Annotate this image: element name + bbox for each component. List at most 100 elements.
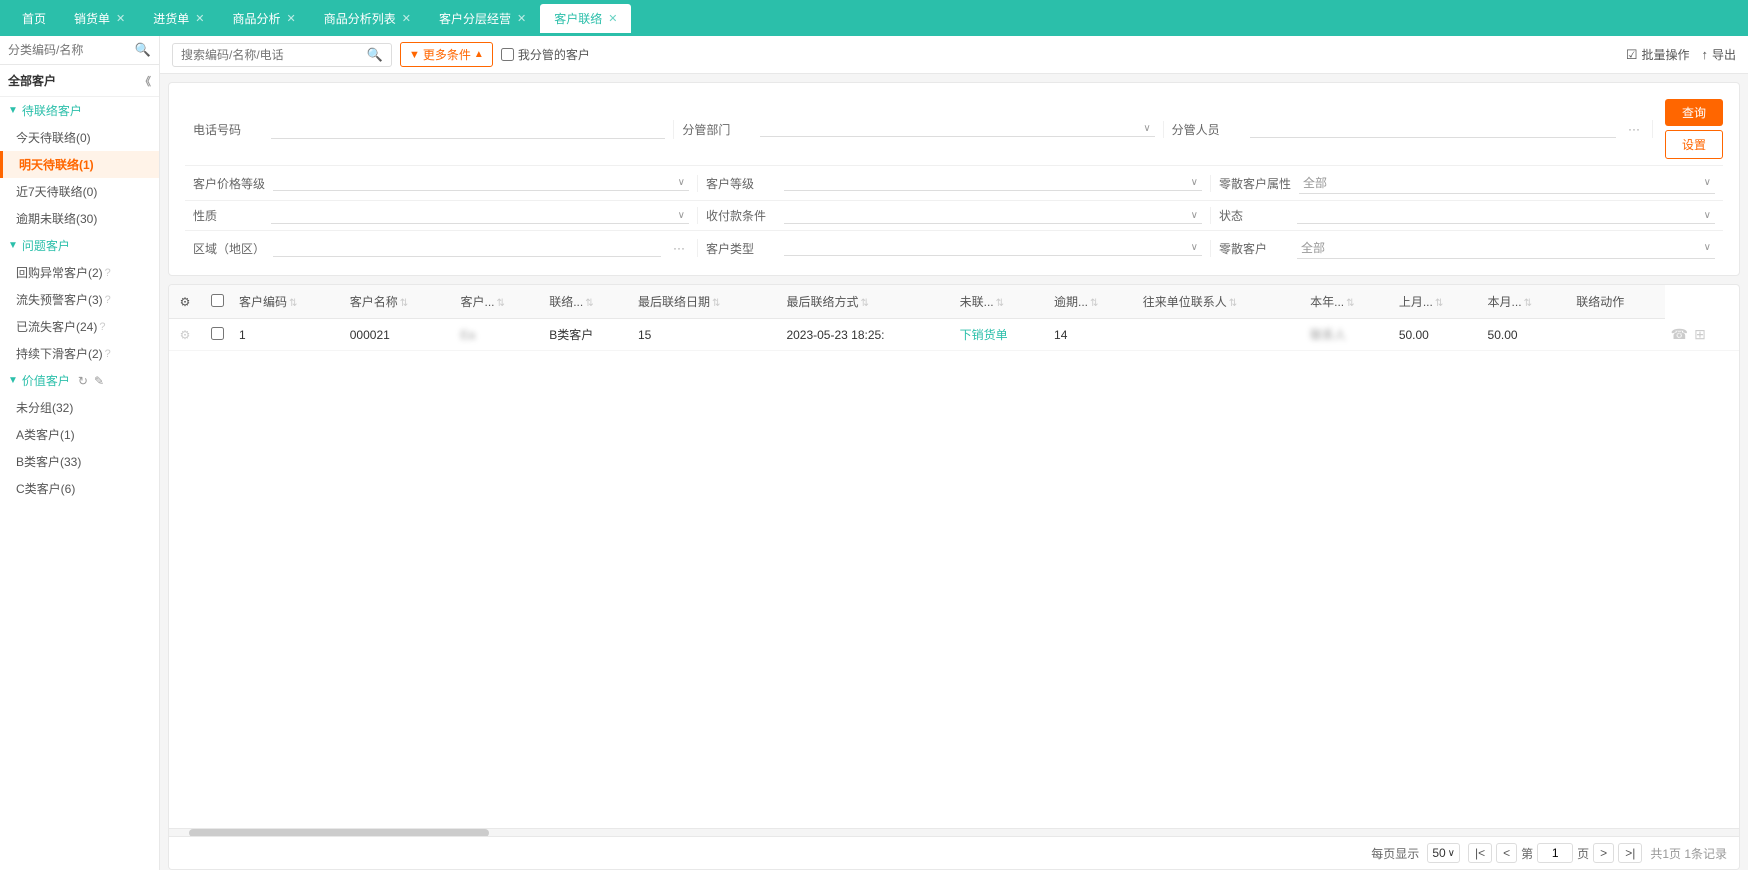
row-last-date: 2023-05-23 18:25: xyxy=(780,319,953,351)
nav-close-sales[interactable]: ✕ xyxy=(116,12,125,25)
gender-select[interactable]: ∨ xyxy=(271,208,689,224)
value-refresh-icon[interactable]: ↻ xyxy=(78,374,88,388)
toolbar-search-container: 🔍 xyxy=(172,43,392,67)
sidebar-item-b-class[interactable]: B类客户(33) xyxy=(0,448,159,475)
phone-label: 电话号码 xyxy=(193,121,263,138)
prev-page-button[interactable]: < xyxy=(1496,843,1517,863)
sidebar-item-tomorrow[interactable]: 明天待联络(1) xyxy=(0,151,159,178)
sidebar-item-churn-warning[interactable]: 流失预警客户(3) ? xyxy=(0,286,159,313)
first-page-button[interactable]: |< xyxy=(1468,843,1492,863)
sidebar-item-a-class[interactable]: A类客户(1) xyxy=(0,421,159,448)
nav-close-product-analysis-list[interactable]: ✕ xyxy=(402,12,411,25)
next-page-button[interactable]: > xyxy=(1593,843,1614,863)
th-current-year: 本年...⇅ xyxy=(1304,285,1393,319)
sidebar-item-declining[interactable]: 持续下滑客户(2) ? xyxy=(0,340,159,367)
value-arrow: ▼ xyxy=(8,375,18,386)
nav-customer-contact[interactable]: 客户联络 ✕ xyxy=(540,4,631,33)
nav-close-customer-contact[interactable]: ✕ xyxy=(608,12,617,25)
last-page-button[interactable]: >| xyxy=(1618,843,1642,863)
filter-more-button[interactable]: ▼ 更多条件 ▲ xyxy=(400,42,493,67)
region-label: 区域（地区） xyxy=(193,240,265,257)
my-customers-checkbox[interactable]: 我分管的客户 xyxy=(501,46,590,63)
action-grid-icon[interactable]: ⊞ xyxy=(1694,326,1706,343)
page-number-input[interactable] xyxy=(1537,843,1573,863)
problem-arrow: ▼ xyxy=(8,240,18,251)
row-type: B类客户 xyxy=(543,319,632,351)
nav-product-analysis-list[interactable]: 商品分析列表 ✕ xyxy=(310,4,425,33)
per-page-select[interactable]: 50 ∨ xyxy=(1427,843,1460,863)
batch-operation-button[interactable]: ☑ 批量操作 xyxy=(1626,46,1690,63)
help-icon-0: ? xyxy=(105,267,111,279)
row-gear: ⚙ xyxy=(169,319,201,351)
help-icon-1: ? xyxy=(105,294,111,306)
th-contact-person: 往来单位联系人⇅ xyxy=(1137,285,1304,319)
phone-input[interactable] xyxy=(271,120,665,139)
sidebar-item-c-class[interactable]: C类客户(6) xyxy=(0,475,159,502)
sort-icon-current-month: ⇅ xyxy=(1524,298,1532,309)
row-last-method-link[interactable]: 下销货单 xyxy=(960,328,1008,342)
nav-close-customer-segmentation[interactable]: ✕ xyxy=(517,12,526,25)
nav-purchase[interactable]: 进货单 ✕ xyxy=(139,4,218,33)
filter-row-4: 区域（地区） ··· 客户类型 ∨ 零散客户 全部 ∨ xyxy=(185,231,1723,265)
row-checkbox xyxy=(201,319,233,351)
toolbar-search-input[interactable] xyxy=(181,48,367,62)
nav-home[interactable]: 首页 xyxy=(8,4,60,33)
price-level-select[interactable]: ∨ xyxy=(273,175,689,191)
nav-customer-segmentation[interactable]: 客户分层经营 ✕ xyxy=(425,4,540,33)
customer-level-select[interactable]: ∨ xyxy=(784,175,1202,191)
all-customers-header[interactable]: 全部客户 《 xyxy=(0,65,159,97)
sidebar-item-ungrouped[interactable]: 未分组(32) xyxy=(0,394,159,421)
dept-select[interactable]: ∨ xyxy=(760,121,1154,137)
th-action: 联络动作 xyxy=(1570,285,1664,319)
query-button[interactable]: 查询 xyxy=(1665,99,1723,126)
row-last-method: 下销货单 xyxy=(954,319,1048,351)
person-label: 分管人员 xyxy=(1172,121,1242,138)
toolbar: 🔍 ▼ 更多条件 ▲ 我分管的客户 ☑ 批量操作 ↑ 导出 xyxy=(160,36,1748,74)
row-uncontacted: 14 xyxy=(1048,319,1137,351)
status-select[interactable]: ∨ xyxy=(1297,208,1715,224)
nav-product-analysis[interactable]: 商品分析 ✕ xyxy=(218,4,309,33)
row-contacts: 15 xyxy=(632,319,781,351)
row-overdue xyxy=(1137,319,1304,351)
pending-arrow: ▼ xyxy=(8,105,18,116)
nav-close-product-analysis[interactable]: ✕ xyxy=(287,12,296,25)
person-more-icon[interactable]: ··· xyxy=(1624,122,1644,136)
retail-attr-select[interactable]: 全部 ∨ xyxy=(1299,172,1715,194)
filter-cell-dept: 分管部门 ∨ xyxy=(674,121,1163,138)
filter-cell-customer-type: 客户类型 ∨ xyxy=(698,240,1211,257)
sidebar-search-input[interactable] xyxy=(8,43,131,57)
filter-cell-person: 分管人员 ··· xyxy=(1164,120,1653,138)
th-check-all[interactable] xyxy=(211,294,224,307)
nav-close-purchase[interactable]: ✕ xyxy=(195,12,204,25)
my-customers-check[interactable] xyxy=(501,48,514,61)
row-check[interactable] xyxy=(211,327,224,340)
sidebar-item-overdue[interactable]: 逾期未联络(30) xyxy=(0,205,159,232)
nav-sales[interactable]: 销货单 ✕ xyxy=(60,4,139,33)
row-current-month xyxy=(1570,319,1664,351)
sidebar-item-today[interactable]: 今天待联络(0) xyxy=(0,124,159,151)
region-more-icon[interactable]: ··· xyxy=(669,241,689,255)
row-name: Ea xyxy=(455,319,544,351)
sidebar-item-churned[interactable]: 已流失客户(24) ? xyxy=(0,313,159,340)
payment-select[interactable]: ∨ xyxy=(784,208,1202,224)
action-phone-icon[interactable]: ☎ xyxy=(1671,326,1688,343)
region-input[interactable] xyxy=(273,239,661,257)
customer-type-label: 客户类型 xyxy=(706,240,776,257)
person-input[interactable] xyxy=(1250,120,1616,138)
row-current-year: 50.00 xyxy=(1393,319,1482,351)
sidebar-item-repurchase-anomaly[interactable]: 回购异常客户(2) ? xyxy=(0,259,159,286)
customer-type-select[interactable]: ∨ xyxy=(784,240,1202,256)
sidebar-item-7days[interactable]: 近7天待联络(0) xyxy=(0,178,159,205)
retail-customer-select[interactable]: 全部 ∨ xyxy=(1297,237,1715,259)
export-button[interactable]: ↑ 导出 xyxy=(1701,46,1736,63)
row-gear-icon[interactable]: ⚙ xyxy=(180,328,191,342)
filter-cell-region: 区域（地区） ··· xyxy=(185,239,698,257)
sort-icon-uncontacted: ⇅ xyxy=(996,298,1004,309)
th-code: 客户编码⇅ xyxy=(233,285,344,319)
per-page-arrow-icon: ∨ xyxy=(1448,848,1455,859)
sort-icon-contacts: ⇅ xyxy=(585,298,593,309)
horizontal-scrollbar[interactable] xyxy=(169,828,1739,836)
value-edit-icon[interactable]: ✎ xyxy=(94,374,104,388)
th-last-date: 最后联络日期⇅ xyxy=(632,285,781,319)
settings-button[interactable]: 设置 xyxy=(1665,130,1723,159)
